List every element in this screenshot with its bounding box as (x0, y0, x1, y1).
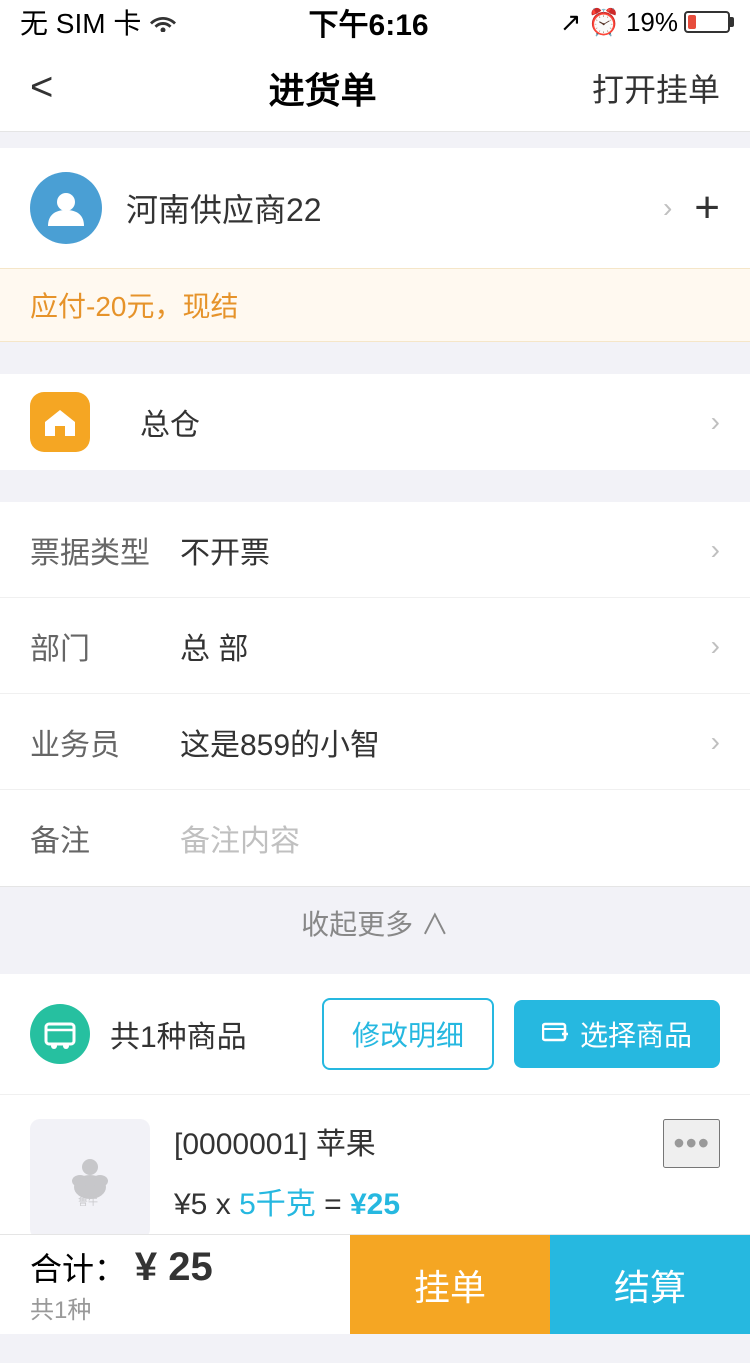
sales-value: 这是859的小智 (180, 720, 711, 764)
suspend-button[interactable]: 挂单 (350, 1235, 550, 1334)
supplier-row: 河南供应商22 › + (0, 148, 750, 268)
divider-3 (0, 470, 750, 486)
sales-row[interactable]: 业务员 这是859的小智 › (0, 694, 750, 790)
warehouse-row[interactable]: 总仓 › (0, 374, 750, 470)
edit-detail-button[interactable]: 修改明细 (322, 998, 494, 1070)
select-product-button[interactable]: 选择商品 (514, 1000, 720, 1068)
warehouse-icon (42, 404, 78, 440)
status-time: 下午6:16 (309, 0, 429, 44)
bottom-bar: 合计： ¥ 25 共1种 挂单 结算 (0, 1234, 750, 1334)
product-thumbnail: 鲁牛 (30, 1119, 150, 1239)
page-title: 进货单 (269, 62, 377, 114)
battery-icon (684, 11, 730, 33)
remark-row[interactable]: 备注 备注内容 (0, 790, 750, 886)
total-count: 共1种 (30, 1290, 320, 1325)
product-details: [0000001] 苹果 ¥5 x 5千克 = ¥25 (174, 1119, 639, 1223)
sales-label: 业务员 (30, 720, 150, 764)
divider-1 (0, 132, 750, 148)
total-amount: ¥ 25 (135, 1245, 213, 1289)
total-row: 合计： ¥ 25 (30, 1244, 320, 1290)
dept-value: 总 部 (180, 624, 711, 668)
battery-text: 19% (626, 7, 678, 38)
status-indicators: ↗ ⏰ 19% (560, 7, 730, 38)
collapse-label: 收起更多 ∧ (301, 903, 449, 943)
dept-label: 部门 (30, 624, 150, 668)
supplier-avatar (30, 172, 102, 244)
warehouse-section: 总仓 › (0, 374, 750, 470)
person-icon (44, 186, 88, 230)
status-bar: 无 SIM 卡 下午6:16 ↗ ⏰ 19% (0, 0, 750, 44)
cart-icon (42, 1016, 78, 1052)
checkout-button[interactable]: 结算 (550, 1235, 750, 1334)
open-suspend-button[interactable]: 打开挂单 (592, 65, 720, 111)
form-section: 票据类型 不开票 › 部门 总 部 › 业务员 这是859的小智 › 备注 备注… (0, 502, 750, 886)
remark-label: 备注 (30, 816, 150, 860)
status-carrier: 无 SIM 卡 (20, 2, 177, 42)
warehouse-name: 总仓 (140, 400, 711, 444)
supplier-chevron-icon: › (663, 192, 672, 224)
dept-chevron-icon: › (711, 630, 720, 662)
warehouse-icon-bg (30, 392, 90, 452)
svg-text:鲁牛: 鲁牛 (78, 1195, 98, 1208)
supplier-name[interactable]: 河南供应商22 (126, 185, 663, 231)
add-supplier-button[interactable]: + (694, 186, 720, 230)
dept-row[interactable]: 部门 总 部 › (0, 598, 750, 694)
supplier-alert: 应付-20元，现结 (0, 268, 750, 342)
back-button[interactable]: < (30, 65, 53, 110)
select-product-icon (542, 1020, 570, 1048)
alarm-icon: ⏰ (588, 7, 620, 38)
sales-chevron-icon: › (711, 726, 720, 758)
product-price: ¥5 x 5千克 = ¥25 (174, 1179, 639, 1223)
product-name: [0000001] 苹果 (174, 1119, 639, 1163)
products-icon-bg (30, 1004, 90, 1064)
divider-2 (0, 342, 750, 358)
supplier-section: 河南供应商22 › + 应付-20元，现结 (0, 148, 750, 342)
products-header: 共1种商品 修改明细 选择商品 (0, 974, 750, 1095)
invoice-chevron-icon: › (711, 534, 720, 566)
invoice-row[interactable]: 票据类型 不开票 › (0, 502, 750, 598)
total-label: 合计： (30, 1251, 126, 1287)
invoice-value: 不开票 (180, 528, 711, 572)
nav-bar: < 进货单 打开挂单 (0, 44, 750, 132)
collapse-button[interactable]: 收起更多 ∧ (0, 886, 750, 958)
wifi-icon (149, 12, 177, 32)
warehouse-chevron-icon: › (711, 406, 720, 438)
product-placeholder-icon: 鲁牛 (60, 1149, 120, 1209)
remark-input[interactable]: 备注内容 (180, 816, 720, 860)
invoice-label: 票据类型 (30, 528, 150, 572)
products-count: 共1种商品 (110, 1012, 302, 1056)
total-section: 合计： ¥ 25 共1种 (0, 1235, 350, 1334)
location-icon: ↗ (560, 7, 582, 38)
product-more-button[interactable]: ••• (663, 1119, 720, 1168)
